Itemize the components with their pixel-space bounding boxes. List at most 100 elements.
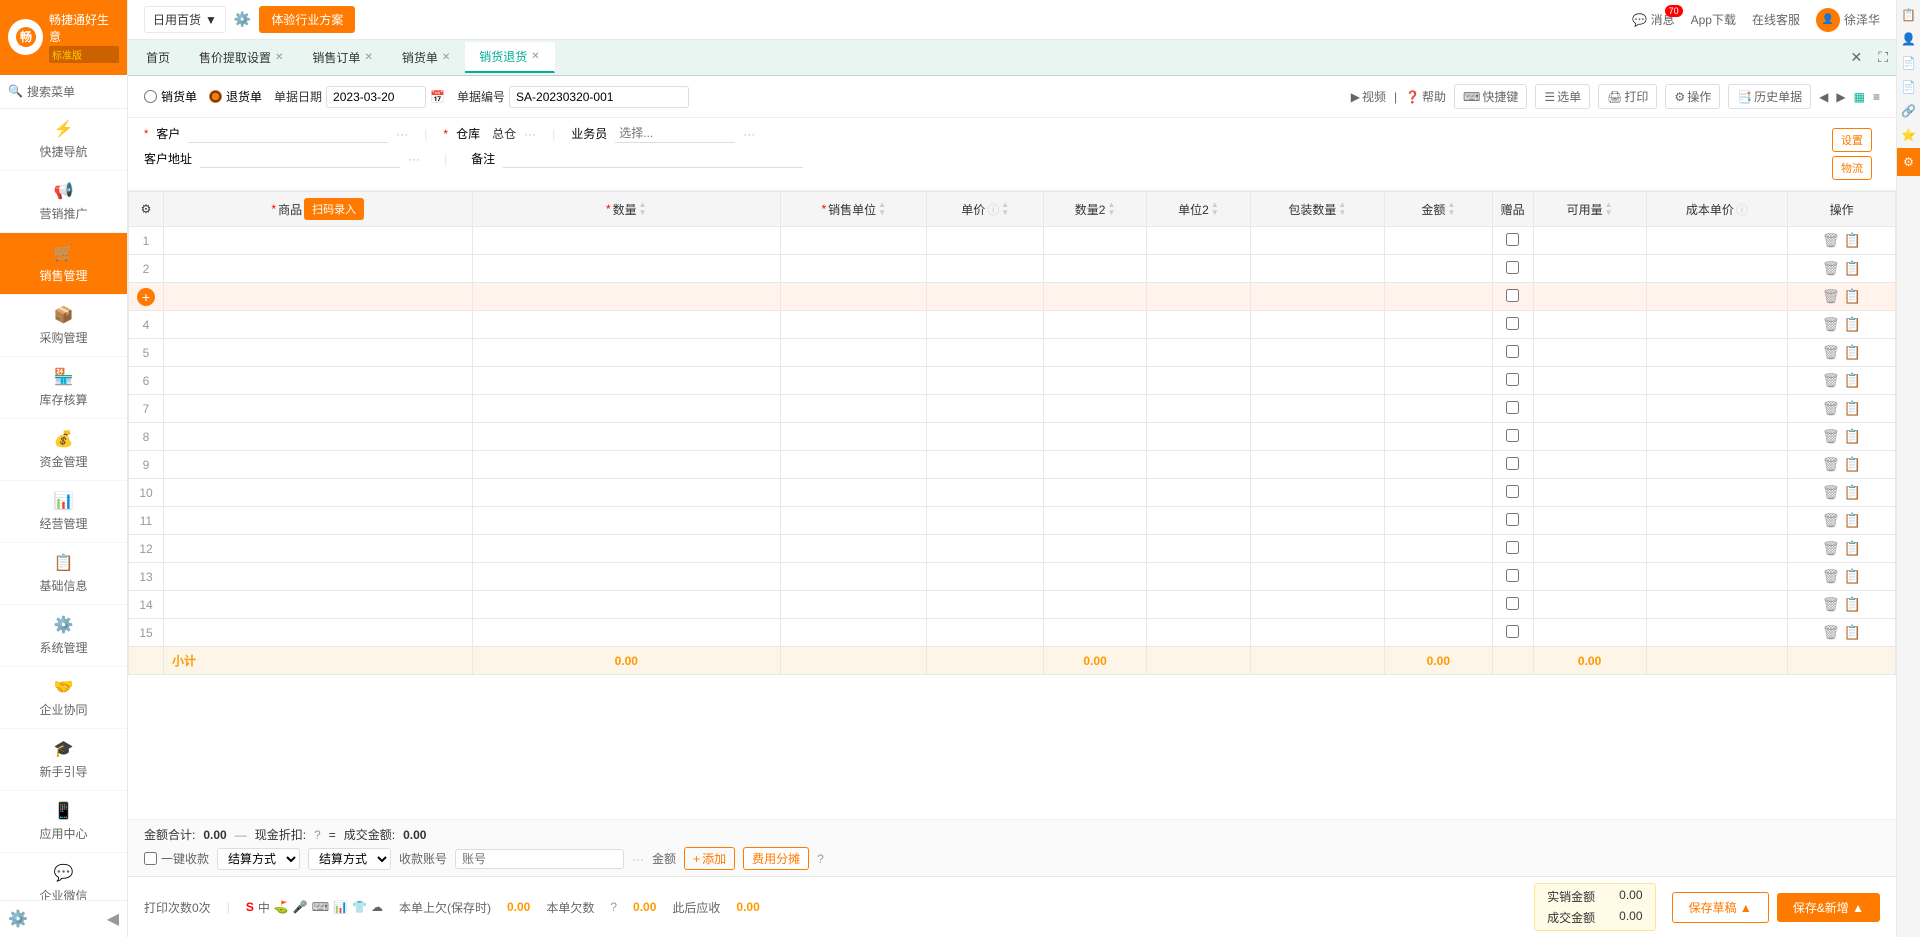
tool-icon3[interactable]: 🎤 (293, 900, 308, 914)
settings-icon[interactable]: ⚙️ (8, 909, 28, 929)
copy-row-btn[interactable]: 📋 (1844, 344, 1861, 361)
copy-row-btn[interactable]: 📋 (1844, 260, 1861, 277)
pack-qty-cell[interactable] (1250, 255, 1384, 283)
copy-row-btn[interactable]: 📋 (1844, 288, 1861, 305)
delete-row-btn[interactable]: 🗑 (1822, 260, 1840, 277)
delete-row-btn[interactable]: 🗑 (1822, 428, 1840, 445)
unit2-cell[interactable] (1147, 227, 1250, 255)
close-all-icon[interactable]: ✕ (1842, 43, 1870, 72)
expand-icon[interactable]: ⛶ (1870, 43, 1896, 72)
gift-checkbox[interactable] (1506, 373, 1519, 386)
gear-icon[interactable]: ⚙ (141, 202, 152, 216)
tool-icon7[interactable]: ☁ (371, 900, 383, 914)
fee-split-btn[interactable]: 费用分摊 (743, 847, 809, 870)
qty2-cell[interactable] (1043, 283, 1146, 311)
delete-row-btn[interactable]: 🗑 (1822, 540, 1840, 557)
sidebar-item-system[interactable]: ⚙️ 系统管理 (0, 605, 127, 667)
gift-checkbox[interactable] (1506, 485, 1519, 498)
price-cell[interactable] (927, 255, 1044, 283)
amount-cell[interactable] (1385, 227, 1493, 255)
one-key-checkbox[interactable] (144, 852, 157, 865)
save-new-btn[interactable]: 保存&新增 ▲ (1777, 893, 1880, 922)
sidebar-item-newbie[interactable]: 🎓 新手引导 (0, 729, 127, 791)
product-cell-active[interactable] (164, 283, 473, 311)
tool-icon6[interactable]: 👕 (352, 900, 367, 914)
account-dots[interactable]: ··· (632, 852, 644, 866)
print-btn[interactable]: 🖨 打印 (1598, 84, 1657, 109)
scan-btn[interactable]: 扫码录入 (304, 198, 364, 220)
gift-cell[interactable] (1492, 227, 1533, 255)
unit2-cell[interactable] (1147, 283, 1250, 311)
gift-cell[interactable] (1492, 283, 1533, 311)
customer-input[interactable] (188, 124, 388, 143)
topbar-settings-icon[interactable]: ⚙️ (234, 11, 251, 28)
sidebar-item-operation[interactable]: 📊 经营管理 (0, 481, 127, 543)
delete-row-btn[interactable]: 🗑 (1822, 344, 1840, 361)
add-row-btn[interactable]: + (137, 288, 155, 306)
gift-checkbox[interactable] (1506, 569, 1519, 582)
gift-checkbox[interactable] (1506, 625, 1519, 638)
logistics-action-btn[interactable]: 物流 (1832, 156, 1872, 180)
amount-cell[interactable] (1385, 255, 1493, 283)
online-service[interactable]: 在线客服 (1752, 11, 1800, 28)
date-input[interactable] (326, 86, 426, 108)
history-btn[interactable]: 📑 历史单据 (1728, 84, 1811, 109)
delete-row-btn[interactable]: 🗑 (1822, 372, 1840, 389)
gift-checkbox[interactable] (1506, 261, 1519, 274)
help-link[interactable]: ❓ 帮助 (1405, 88, 1446, 105)
salesman-input[interactable] (615, 124, 735, 143)
copy-row-btn[interactable]: 📋 (1844, 596, 1861, 613)
sidebar-item-finance[interactable]: 💰 资金管理 (0, 419, 127, 481)
warehouse-dots[interactable]: ··· (524, 127, 536, 141)
sidebar-item-purchase[interactable]: 📦 采购管理 (0, 295, 127, 357)
product-cell[interactable] (164, 255, 473, 283)
product-cell[interactable] (164, 227, 473, 255)
copy-row-btn[interactable]: 📋 (1844, 232, 1861, 249)
sidebar-item-wechat[interactable]: 💬 企业微信 (0, 853, 127, 900)
close-icon[interactable]: ✕ (442, 52, 450, 63)
customer-dots[interactable]: ··· (396, 127, 408, 141)
sidebar-item-inventory[interactable]: 🏪 库存核算 (0, 357, 127, 419)
tab-price-extract[interactable]: 售价提取设置 ✕ (185, 43, 298, 72)
unit-cell[interactable] (781, 255, 927, 283)
amount-cell[interactable] (1385, 283, 1493, 311)
qty2-cell[interactable] (1043, 255, 1146, 283)
qty-cell[interactable] (472, 227, 781, 255)
product-input-active[interactable] (172, 290, 464, 304)
sidebar-item-marketing[interactable]: 📢 营销推广 (0, 171, 127, 233)
gift-checkbox[interactable] (1506, 541, 1519, 554)
list-view-icon[interactable]: ≡ (1873, 90, 1880, 104)
radio-sale[interactable]: 销货单 (144, 88, 197, 105)
right-icon-note2[interactable]: 📄 (1898, 76, 1920, 98)
right-icon-note1[interactable]: 📄 (1898, 52, 1920, 74)
tab-sales[interactable]: 销货单 ✕ (388, 43, 465, 72)
question-icon[interactable]: ? (314, 828, 321, 842)
gift-checkbox[interactable] (1506, 401, 1519, 414)
operate-btn[interactable]: ⚙ 操作 (1665, 84, 1720, 109)
copy-row-btn[interactable]: 📋 (1844, 400, 1861, 417)
copy-row-btn[interactable]: 📋 (1844, 624, 1861, 641)
settle-method-select[interactable]: 结算方式 (217, 848, 300, 870)
delete-row-btn[interactable]: 🗑 (1822, 596, 1840, 613)
add-payment-btn[interactable]: + 添加 (684, 847, 735, 870)
select-btn[interactable]: ☰ 选单 (1535, 84, 1590, 109)
radio-return-input[interactable] (209, 90, 222, 103)
shortcut-btn[interactable]: ⌨ 快捷键 (1454, 84, 1527, 109)
tool-icon4[interactable]: ⌨ (312, 900, 329, 914)
debt-question[interactable]: ? (610, 900, 617, 914)
grid-view-icon[interactable]: ▦ (1854, 90, 1865, 104)
delete-row-btn[interactable]: 🗑 (1822, 288, 1840, 305)
address-input[interactable] (200, 149, 400, 168)
message-icon[interactable]: 💬 70 消息 (1632, 11, 1674, 28)
address-dots[interactable]: ··· (408, 152, 420, 166)
delete-row-btn[interactable]: 🗑 (1822, 456, 1840, 473)
price-cell[interactable] (927, 283, 1044, 311)
tab-sales-return[interactable]: 销货退货 ✕ (465, 42, 554, 73)
right-icon-star[interactable]: ⭐ (1898, 124, 1920, 146)
salesman-dots[interactable]: ··· (743, 127, 755, 141)
settings-action-btn[interactable]: 设置 (1832, 128, 1872, 152)
gift-checkbox[interactable] (1506, 513, 1519, 526)
gift-checkbox[interactable] (1506, 457, 1519, 470)
remark-input[interactable] (503, 149, 803, 168)
add-row-cell[interactable]: + (129, 283, 164, 311)
